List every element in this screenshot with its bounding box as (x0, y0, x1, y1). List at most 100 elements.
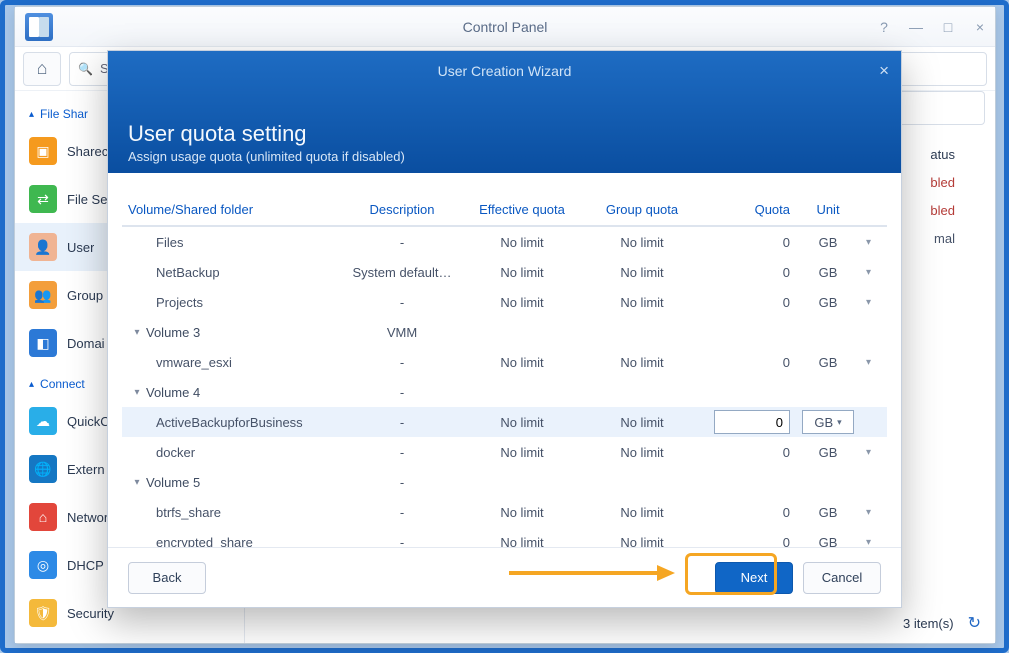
wizard-heading: User quota setting (128, 121, 307, 147)
row-group: No limit (582, 355, 702, 370)
sidebar-item-label: Domai (67, 336, 105, 351)
network-icon: ⌂ (29, 503, 57, 531)
col-group-quota[interactable]: Group quota (582, 202, 702, 217)
unit-select[interactable]: GB (802, 410, 854, 434)
chevron-down-icon[interactable] (866, 357, 871, 368)
quota-input[interactable] (714, 410, 790, 434)
chevron-down-icon[interactable] (866, 267, 871, 278)
row-desc: - (342, 535, 462, 548)
row-unit[interactable]: GB (819, 265, 838, 280)
table-row[interactable]: btrfs_share - No limit No limit 0 GB (122, 497, 887, 527)
row-group: No limit (582, 505, 702, 520)
maximize-icon[interactable]: □ (937, 16, 959, 38)
expand-icon[interactable] (128, 327, 146, 338)
window-controls: ? — □ × (873, 7, 991, 47)
table-row[interactable]: docker - No limit No limit 0 GB (122, 437, 887, 467)
table-row[interactable]: vmware_esxi - No limit No limit 0 GB (122, 347, 887, 377)
row-quota[interactable]: 0 (702, 355, 796, 370)
row-unit[interactable]: GB (819, 505, 838, 520)
domain-icon: ◧ (29, 329, 57, 357)
row-unit[interactable]: GB (819, 535, 838, 548)
wizard-titlebar: User Creation Wizard (438, 63, 572, 79)
row-desc: - (342, 415, 462, 430)
user-icon: 👤 (29, 233, 57, 261)
col-description[interactable]: Description (342, 202, 462, 217)
app-icon (25, 13, 53, 41)
help-icon[interactable]: ? (873, 16, 895, 38)
chevron-down-icon[interactable] (866, 297, 871, 308)
col-effective-quota[interactable]: Effective quota (462, 202, 582, 217)
row-quota[interactable]: 0 (702, 505, 796, 520)
status-column-header[interactable]: atus (930, 147, 955, 162)
table-row[interactable]: encrypted_share - No limit No limit 0 GB (122, 527, 887, 547)
home-button[interactable] (23, 52, 61, 86)
minimize-icon[interactable]: — (905, 16, 927, 38)
row-name: NetBackup (156, 265, 220, 280)
row-effective: No limit (462, 445, 582, 460)
expand-icon[interactable] (128, 477, 146, 488)
chevron-up-icon (29, 379, 34, 390)
next-button[interactable]: Next (715, 562, 793, 594)
row-unit[interactable]: GB (819, 355, 838, 370)
back-button[interactable]: Back (128, 562, 206, 594)
row-effective: No limit (462, 355, 582, 370)
wizard-footer: Back Next Cancel (108, 547, 901, 607)
row-quota[interactable]: 0 (702, 535, 796, 548)
status-cell: bled (930, 203, 955, 218)
row-effective: No limit (462, 265, 582, 280)
row-unit[interactable]: GB (819, 445, 838, 460)
row-unit[interactable]: GB (819, 235, 838, 250)
items-count-label: 3 item(s) (903, 616, 954, 631)
row-group: No limit (582, 295, 702, 310)
table-row-volume[interactable]: Volume 4 - (122, 377, 887, 407)
quota-table-body[interactable]: Files - No limit No limit 0 GB NetBackup… (122, 227, 887, 547)
row-name: vmware_esxi (156, 355, 232, 370)
row-name: Projects (156, 295, 203, 310)
close-dialog-icon[interactable]: × (879, 61, 889, 81)
chevron-down-icon[interactable] (866, 447, 871, 458)
table-row[interactable]: NetBackup System default… No limit No li… (122, 257, 887, 287)
col-quota[interactable]: Quota (702, 202, 796, 217)
row-quota[interactable]: 0 (702, 265, 796, 280)
row-desc: - (342, 445, 462, 460)
table-row-volume[interactable]: Volume 5 - (122, 467, 887, 497)
table-row[interactable]: Files - No limit No limit 0 GB (122, 227, 887, 257)
expand-icon[interactable] (128, 387, 146, 398)
chevron-down-icon[interactable] (866, 537, 871, 548)
sidebar-item-label: Sharec (67, 144, 108, 159)
chevron-up-icon (29, 109, 34, 120)
sidebar-item-label: QuickC (67, 414, 110, 429)
row-desc: - (342, 355, 462, 370)
chevron-down-icon[interactable] (866, 507, 871, 518)
home-icon (37, 58, 48, 79)
close-window-icon[interactable]: × (969, 16, 991, 38)
row-effective: No limit (462, 535, 582, 548)
row-effective: No limit (462, 415, 582, 430)
row-effective: No limit (462, 505, 582, 520)
row-group: No limit (582, 415, 702, 430)
row-desc: System default… (342, 265, 462, 280)
status-cell: mal (934, 231, 955, 246)
row-quota[interactable]: 0 (702, 235, 796, 250)
row-quota[interactable]: 0 (702, 445, 796, 460)
dhcp-icon: ◎ (29, 551, 57, 579)
chevron-down-icon[interactable] (866, 237, 871, 248)
quota-table-header: Volume/Shared folder Description Effecti… (122, 193, 887, 227)
refresh-icon[interactable] (968, 613, 981, 633)
row-quota[interactable]: 0 (702, 295, 796, 310)
table-row[interactable]: Projects - No limit No limit 0 GB (122, 287, 887, 317)
row-name: ActiveBackupforBusiness (156, 415, 303, 430)
row-unit[interactable]: GB (819, 295, 838, 310)
cancel-button[interactable]: Cancel (803, 562, 881, 594)
row-desc: VMM (342, 325, 462, 340)
row-name: Files (156, 235, 183, 250)
wizard-subheading: Assign usage quota (unlimited quota if d… (128, 149, 405, 164)
col-name[interactable]: Volume/Shared folder (122, 202, 342, 217)
status-cell: bled (930, 175, 955, 190)
table-row-volume[interactable]: Volume 3 VMM (122, 317, 887, 347)
table-row-selected[interactable]: ActiveBackupforBusiness - No limit No li… (122, 407, 887, 437)
row-desc: - (342, 295, 462, 310)
globe-icon: 🌐 (29, 455, 57, 483)
col-unit[interactable]: Unit (796, 202, 860, 217)
row-desc: - (342, 235, 462, 250)
